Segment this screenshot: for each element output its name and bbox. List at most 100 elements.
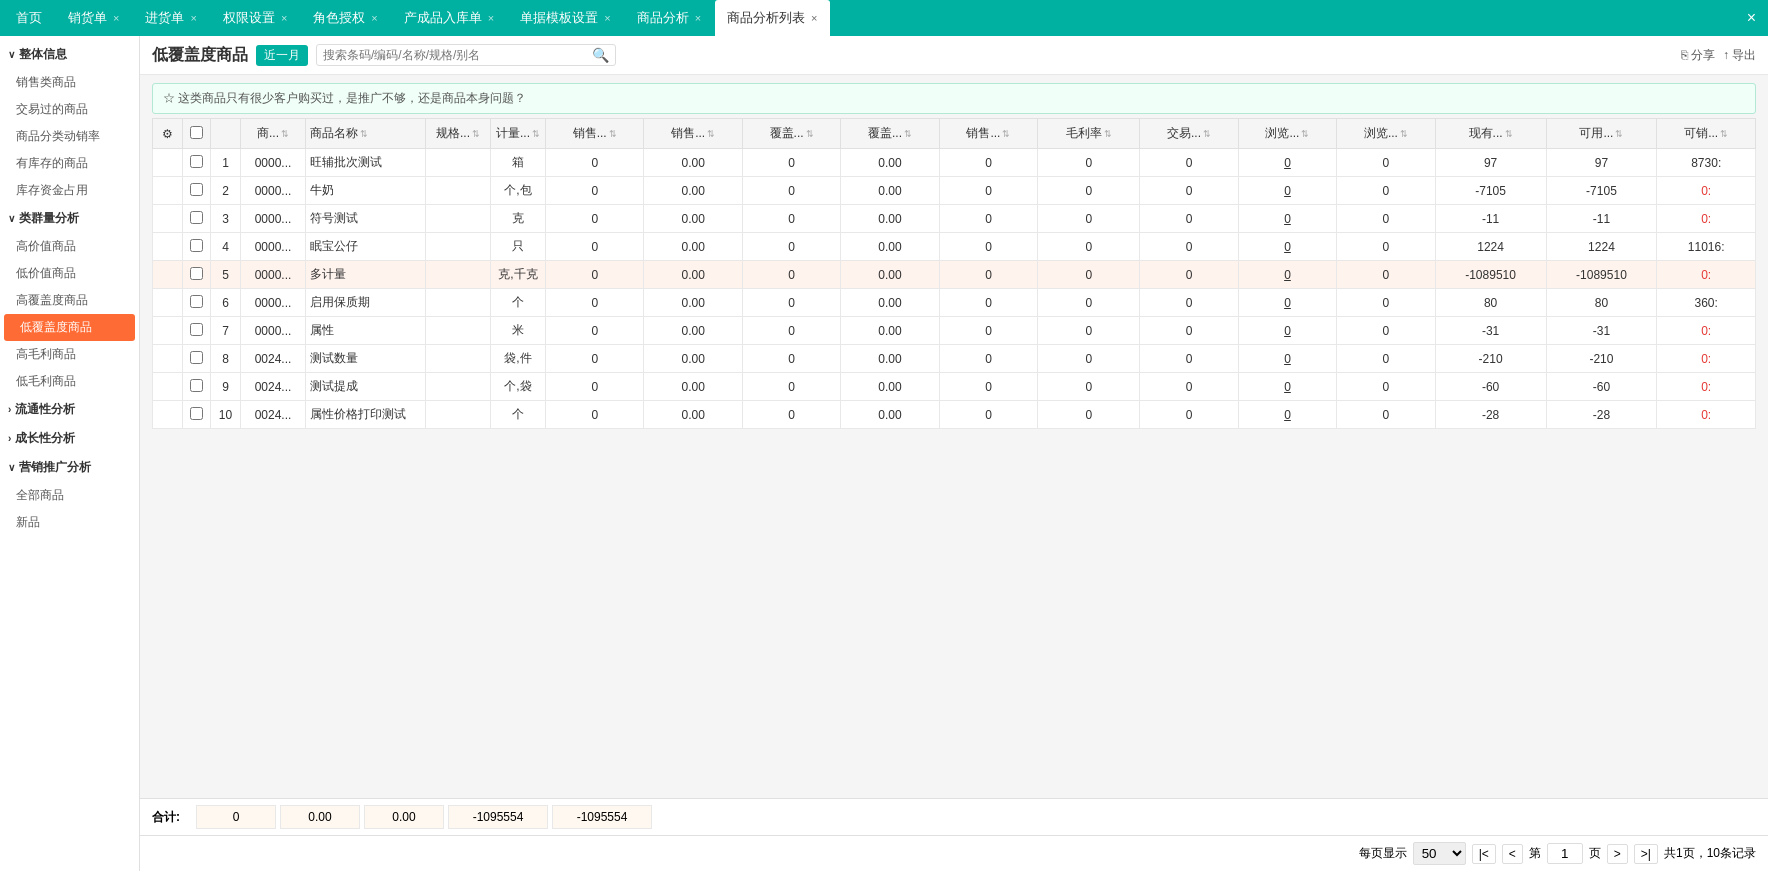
cell-browse1[interactable]: 0	[1238, 149, 1336, 177]
row-checkbox[interactable]	[190, 155, 203, 168]
cell-check[interactable]	[183, 177, 211, 205]
col-trade[interactable]: 交易...⇅	[1140, 119, 1238, 149]
nav-product-analysis-list[interactable]: 商品分析列表 ×	[715, 0, 829, 36]
col-code[interactable]: 商...⇅	[241, 119, 306, 149]
sidebar-item-high-coverage[interactable]: 高覆盖度商品	[0, 287, 139, 314]
col-cover-count[interactable]: 覆盖...⇅	[742, 119, 840, 149]
cell-check[interactable]	[183, 345, 211, 373]
row-checkbox[interactable]	[190, 407, 203, 420]
row-checkbox[interactable]	[190, 379, 203, 392]
sidebar-item-traded-goods[interactable]: 交易过的商品	[0, 96, 139, 123]
cell-check[interactable]	[183, 205, 211, 233]
close-icon[interactable]: ×	[604, 12, 610, 24]
sidebar-item-low-value[interactable]: 低价值商品	[0, 260, 139, 287]
cell-browse1[interactable]: 0	[1238, 289, 1336, 317]
next-page-button[interactable]: >	[1607, 844, 1628, 864]
first-page-button[interactable]: |<	[1472, 844, 1496, 864]
sidebar-item-high-value[interactable]: 高价值商品	[0, 233, 139, 260]
cell-browse1[interactable]: 0	[1238, 177, 1336, 205]
col-browse1[interactable]: 浏览...⇅	[1238, 119, 1336, 149]
col-current[interactable]: 现有...⇅	[1435, 119, 1546, 149]
cell-browse1[interactable]: 0	[1238, 261, 1336, 289]
cell-check[interactable]	[183, 373, 211, 401]
select-all-checkbox[interactable]	[190, 126, 203, 139]
cell-browse1[interactable]: 0	[1238, 233, 1336, 261]
close-icon[interactable]: ×	[371, 12, 377, 24]
cell-check[interactable]	[183, 149, 211, 177]
col-settings[interactable]: ⚙	[153, 119, 183, 149]
nav-product-analysis[interactable]: 商品分析 ×	[625, 0, 713, 36]
col-unit[interactable]: 计量...⇅	[491, 119, 546, 149]
period-button[interactable]: 近一月	[256, 45, 308, 66]
per-page-select[interactable]: 50 20 100 200	[1413, 842, 1466, 865]
last-page-button[interactable]: >|	[1634, 844, 1658, 864]
sidebar-section-flow[interactable]: › 流通性分析	[0, 395, 139, 424]
col-sellable[interactable]: 可销...⇅	[1657, 119, 1756, 149]
cell-check[interactable]	[183, 289, 211, 317]
sidebar-section-cluster[interactable]: ∨ 类群量分析	[0, 204, 139, 233]
close-icon[interactable]: ×	[811, 12, 817, 24]
nav-home[interactable]: 首页	[4, 0, 54, 36]
col-sales-x[interactable]: 销售...⇅	[939, 119, 1037, 149]
row-checkbox[interactable]	[190, 295, 203, 308]
table-container[interactable]: ⚙ 商...⇅ 商品名称⇅ 规格...⇅ 计量...⇅ 销售...⇅ 销售...…	[152, 118, 1756, 798]
cell-browse1[interactable]: 0	[1238, 373, 1336, 401]
row-checkbox[interactable]	[190, 211, 203, 224]
row-checkbox[interactable]	[190, 323, 203, 336]
close-icon[interactable]: ×	[190, 12, 196, 24]
cell-check[interactable]	[183, 261, 211, 289]
close-all-button[interactable]: ×	[1739, 9, 1764, 27]
nav-template[interactable]: 单据模板设置 ×	[508, 0, 622, 36]
nav-role[interactable]: 角色授权 ×	[301, 0, 389, 36]
page-input[interactable]	[1547, 843, 1583, 864]
prev-page-button[interactable]: <	[1502, 844, 1523, 864]
col-gross-rate[interactable]: 毛利率⇅	[1038, 119, 1140, 149]
nav-permission[interactable]: 权限设置 ×	[211, 0, 299, 36]
cell-check[interactable]	[183, 401, 211, 429]
cell-check[interactable]	[183, 317, 211, 345]
sidebar-item-new-goods[interactable]: 新品	[0, 509, 139, 536]
sidebar-item-high-gross[interactable]: 高毛利商品	[0, 341, 139, 368]
col-spec[interactable]: 规格...⇅	[426, 119, 491, 149]
col-browse2[interactable]: 浏览...⇅	[1337, 119, 1435, 149]
close-icon[interactable]: ×	[488, 12, 494, 24]
col-usable[interactable]: 可用...⇅	[1546, 119, 1657, 149]
cell-browse1[interactable]: 0	[1238, 345, 1336, 373]
sidebar-section-marketing[interactable]: ∨ 营销推广分析	[0, 453, 139, 482]
sidebar-section-growth[interactable]: › 成长性分析	[0, 424, 139, 453]
row-checkbox[interactable]	[190, 351, 203, 364]
cell-check[interactable]	[183, 233, 211, 261]
cell-browse1[interactable]: 0	[1238, 205, 1336, 233]
close-icon[interactable]: ×	[695, 12, 701, 24]
sidebar-item-stock-capital[interactable]: 库存资金占用	[0, 177, 139, 204]
row-checkbox[interactable]	[190, 239, 203, 252]
cell-browse1[interactable]: 0	[1238, 317, 1336, 345]
nav-purchase[interactable]: 进货单 ×	[133, 0, 208, 36]
export-button[interactable]: ↑ 导出	[1723, 47, 1756, 64]
row-checkbox[interactable]	[190, 183, 203, 196]
cell-browse2: 0	[1337, 345, 1435, 373]
cell-name: 测试数量	[306, 345, 426, 373]
sidebar-item-stock-goods[interactable]: 有库存的商品	[0, 150, 139, 177]
col-name[interactable]: 商品名称⇅	[306, 119, 426, 149]
row-checkbox[interactable]	[190, 267, 203, 280]
close-icon[interactable]: ×	[281, 12, 287, 24]
cell-browse1[interactable]: 0	[1238, 401, 1336, 429]
sidebar-item-low-coverage[interactable]: 低覆盖度商品	[4, 314, 135, 341]
close-icon[interactable]: ×	[113, 12, 119, 24]
col-cover-rate[interactable]: 覆盖...⇅	[841, 119, 939, 149]
sidebar-section-overall[interactable]: ∨ 整体信息	[0, 40, 139, 69]
nav-product-stock[interactable]: 产成品入库单 ×	[392, 0, 506, 36]
search-input[interactable]	[323, 48, 592, 62]
nav-sales[interactable]: 销货单 ×	[56, 0, 131, 36]
sidebar-item-low-gross[interactable]: 低毛利商品	[0, 368, 139, 395]
sidebar-item-sales-goods[interactable]: 销售类商品	[0, 69, 139, 96]
cell-browse2: 0	[1337, 401, 1435, 429]
search-icon[interactable]: 🔍	[592, 47, 609, 63]
share-button[interactable]: ⎘ 分享	[1681, 47, 1715, 64]
sidebar-item-all-goods[interactable]: 全部商品	[0, 482, 139, 509]
col-sales-amt[interactable]: 销售...⇅	[644, 119, 742, 149]
col-check[interactable]	[183, 119, 211, 149]
col-sales-qty[interactable]: 销售...⇅	[546, 119, 644, 149]
sidebar-item-category-sales[interactable]: 商品分类动销率	[0, 123, 139, 150]
